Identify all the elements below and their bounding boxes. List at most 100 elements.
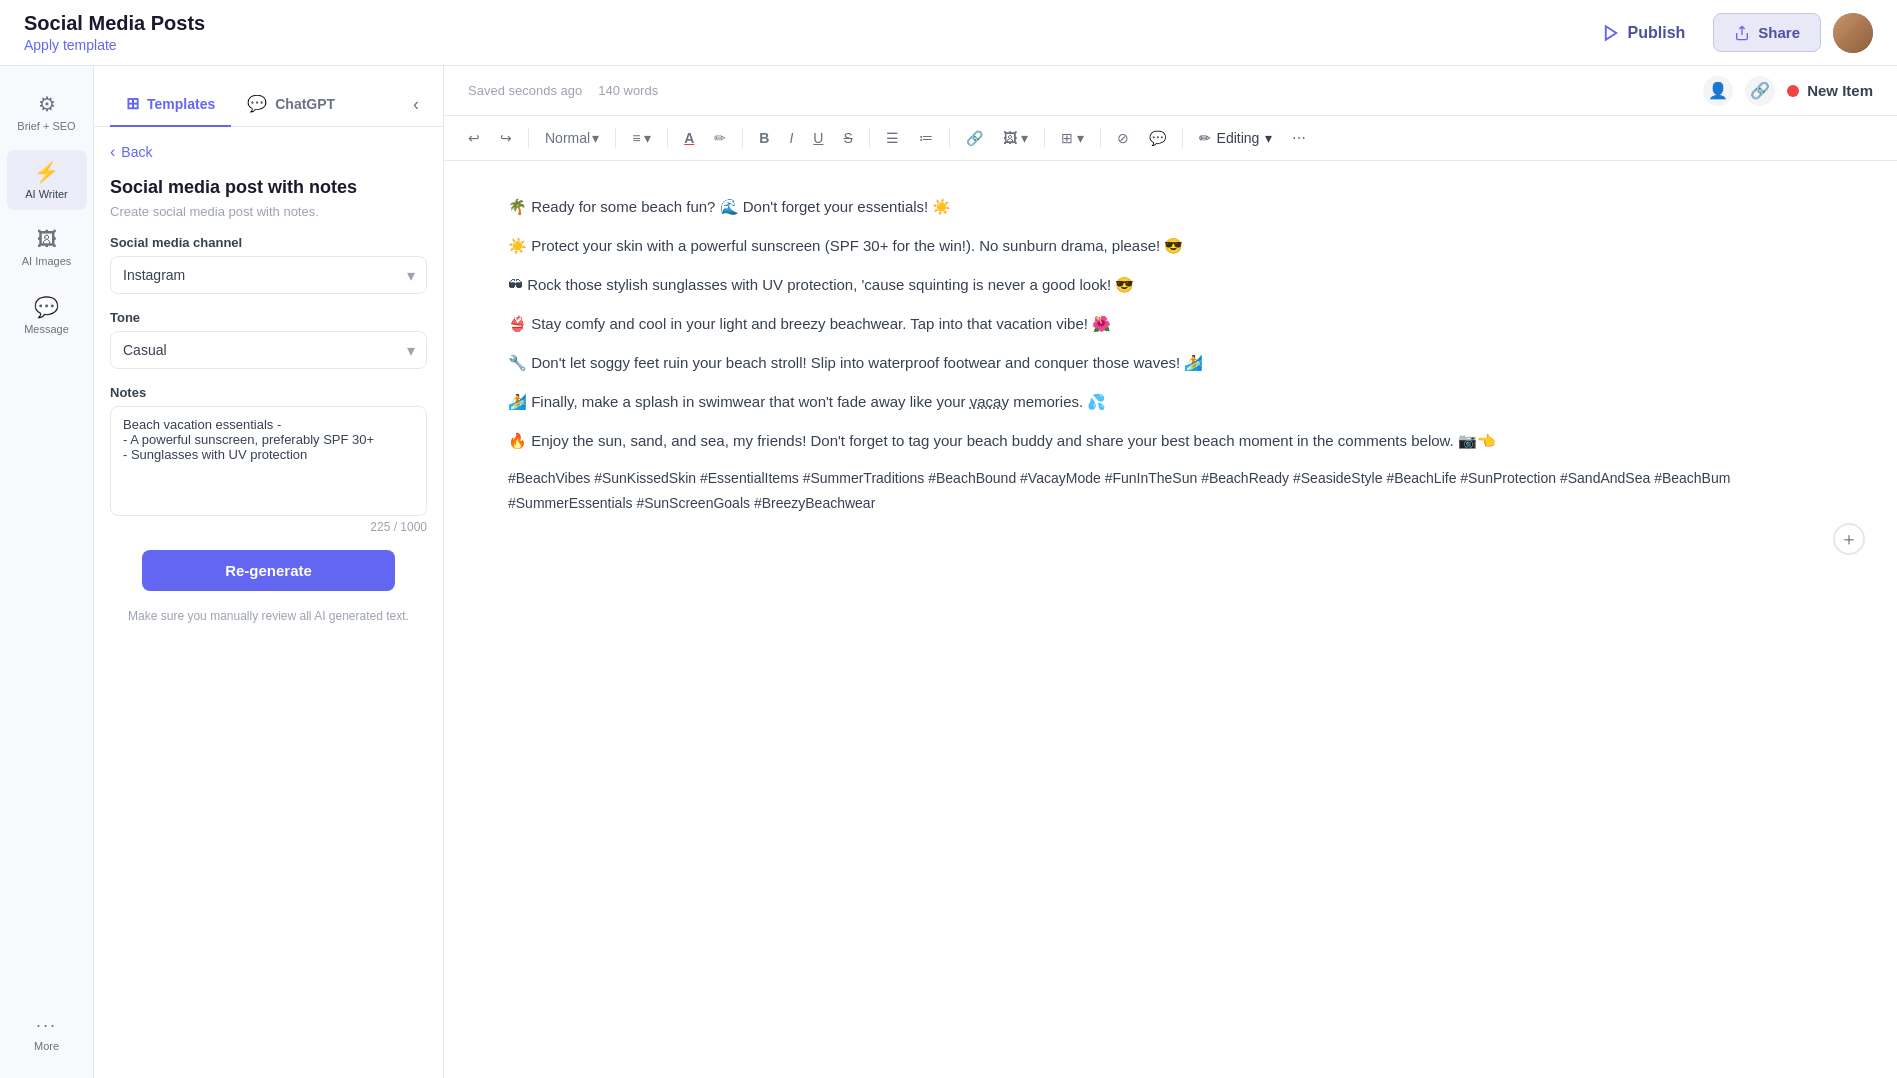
regenerate-button[interactable]: Re-generate [142, 550, 396, 591]
field-social-channel: Social media channel Instagram Twitter F… [110, 235, 427, 294]
sidebar-item-message[interactable]: 💬 Message [7, 285, 87, 345]
panel-tabs-left: ⊞ Templates 💬 ChatGPT [110, 82, 351, 126]
chatgpt-icon: 💬 [247, 94, 267, 113]
toolbar-separator [615, 128, 616, 148]
message-icon: 💬 [34, 295, 59, 319]
bullet-list-button[interactable]: ☰ [878, 124, 907, 152]
template-info: Social media post with notes Create soci… [110, 177, 427, 219]
panel-tabs: ⊞ Templates 💬 ChatGPT ‹ [94, 66, 443, 127]
sidebar: ⚙ Brief + SEO ⚡ AI Writer 🖼 AI Images 💬 … [0, 66, 94, 1078]
toolbar-separator [1182, 128, 1183, 148]
sidebar-item-ai-writer[interactable]: ⚡ AI Writer [7, 150, 87, 210]
toolbar-separator [742, 128, 743, 148]
new-item-dot [1787, 85, 1799, 97]
topbar-right: Publish Share [1586, 13, 1873, 53]
ai-writer-icon: ⚡ [34, 160, 59, 184]
main-layout: ⚙ Brief + SEO ⚡ AI Writer 🖼 AI Images 💬 … [0, 66, 1897, 1078]
content-line-2: ☀️ Protect your skin with a powerful sun… [508, 232, 1833, 259]
style-select-button[interactable]: Normal ▾ [537, 124, 607, 152]
text-color-button[interactable]: A [676, 124, 702, 152]
more-options-button[interactable]: ⋯ [1284, 124, 1314, 152]
sidebar-item-label: AI Writer [25, 188, 68, 200]
tone-select[interactable]: Casual Formal Friendly Professional [110, 331, 427, 369]
sidebar-item-ai-images[interactable]: 🖼 AI Images [7, 218, 87, 277]
content-line-5: 🔧 Don't let soggy feet ruin your beach s… [508, 349, 1833, 376]
collaborator-icon[interactable]: 👤 [1703, 76, 1733, 106]
share-button[interactable]: Share [1713, 13, 1821, 52]
content-line-7: 🔥 Enjoy the sun, sand, and sea, my frien… [508, 427, 1833, 454]
user-avatar[interactable] [1833, 13, 1873, 53]
char-count: 225 / 1000 [110, 520, 427, 534]
editor-topbar: Saved seconds ago 140 words 👤 🔗 New Item [444, 66, 1897, 116]
sidebar-item-label: AI Images [22, 255, 72, 267]
vacay-word: vacay [970, 393, 1009, 410]
sidebar-item-brief-seo[interactable]: ⚙ Brief + SEO [7, 82, 87, 142]
content-line-4: 👙 Stay comfy and cool in your light and … [508, 310, 1833, 337]
template-title: Social media post with notes [110, 177, 427, 198]
toolbar-separator [667, 128, 668, 148]
hashtags: #BeachVibes #SunKissedSkin #EssentialIte… [508, 466, 1833, 516]
add-content-button[interactable]: ＋ [1833, 523, 1865, 555]
panel-collapse-button[interactable]: ‹ [405, 86, 427, 123]
chevron-down-icon: ▾ [1265, 130, 1272, 146]
word-count: 140 words [598, 83, 658, 98]
clear-format-button[interactable]: ⊘ [1109, 124, 1137, 152]
svg-marker-0 [1605, 26, 1616, 40]
content-line-1: 🌴 Ready for some beach fun? 🌊 Don't forg… [508, 193, 1833, 220]
sidebar-item-label: More [34, 1040, 59, 1052]
publish-button[interactable]: Publish [1586, 16, 1702, 50]
field-notes: Notes Beach vacation essentials - - A po… [110, 385, 427, 534]
tab-templates[interactable]: ⊞ Templates [110, 82, 231, 127]
panel: ⊞ Templates 💬 ChatGPT ‹ ‹ Back Social me… [94, 66, 444, 1078]
italic-button[interactable]: I [781, 124, 801, 152]
link-button[interactable]: 🔗 [958, 124, 991, 152]
publish-icon [1602, 24, 1620, 42]
image-button[interactable]: 🖼 ▾ [995, 124, 1036, 152]
content-line-3: 🕶 Rock those stylish sunglasses with UV … [508, 271, 1833, 298]
bold-button[interactable]: B [751, 124, 777, 152]
sidebar-item-label: Brief + SEO [17, 120, 75, 132]
panel-content: ‹ Back Social media post with notes Crea… [94, 127, 443, 641]
chevron-down-icon: ▾ [592, 130, 599, 146]
ordered-list-button[interactable]: ≔ [911, 124, 941, 152]
back-button[interactable]: ‹ Back [110, 143, 427, 161]
toolbar-separator [528, 128, 529, 148]
collaborator-link-icon[interactable]: 🔗 [1745, 76, 1775, 106]
tone-wrapper: Casual Formal Friendly Professional ▾ [110, 331, 427, 369]
new-item-button[interactable]: New Item [1787, 82, 1873, 99]
page-title: Social Media Posts [24, 12, 205, 35]
editor-content[interactable]: 🌴 Ready for some beach fun? 🌊 Don't forg… [444, 161, 1897, 1078]
notes-label: Notes [110, 385, 427, 400]
pen-icon: ✏ [1199, 130, 1211, 146]
table-button[interactable]: ⊞ ▾ [1053, 124, 1092, 152]
editor-meta: Saved seconds ago 140 words [468, 83, 658, 98]
sidebar-item-more[interactable]: ··· More [7, 1005, 87, 1062]
ai-images-icon: 🖼 [37, 228, 57, 251]
social-channel-select[interactable]: Instagram Twitter Facebook LinkedIn [110, 256, 427, 294]
apply-template-link[interactable]: Apply template [24, 37, 205, 53]
editor-actions: 👤 🔗 New Item [1703, 76, 1873, 106]
topbar: Social Media Posts Apply template Publis… [0, 0, 1897, 66]
comment-button[interactable]: 💬 [1141, 124, 1174, 152]
undo-button[interactable]: ↩ [460, 124, 488, 152]
highlight-button[interactable]: ✏ [706, 124, 734, 152]
strikethrough-button[interactable]: S [835, 124, 860, 152]
sidebar-item-label: Message [24, 323, 69, 335]
template-desc: Create social media post with notes. [110, 204, 427, 219]
toolbar-separator [1100, 128, 1101, 148]
tab-chatgpt[interactable]: 💬 ChatGPT [231, 82, 351, 127]
notes-textarea[interactable]: Beach vacation essentials - - A powerful… [110, 406, 427, 516]
more-icon: ··· [36, 1015, 57, 1036]
toolbar-separator [869, 128, 870, 148]
align-button[interactable]: ≡ ▾ [624, 124, 659, 152]
editing-mode-button[interactable]: ✏ Editing ▾ [1191, 124, 1281, 152]
editor-area: Saved seconds ago 140 words 👤 🔗 New Item… [444, 66, 1897, 1078]
brief-seo-icon: ⚙ [38, 92, 56, 116]
redo-button[interactable]: ↪ [492, 124, 520, 152]
field-tone: Tone Casual Formal Friendly Professional… [110, 310, 427, 369]
toolbar-separator [1044, 128, 1045, 148]
underline-button[interactable]: U [805, 124, 831, 152]
saved-status: Saved seconds ago [468, 83, 582, 98]
content-line-6: 🏄 Finally, make a splash in swimwear tha… [508, 388, 1833, 415]
ai-disclaimer: Make sure you manually review all AI gen… [110, 607, 427, 625]
